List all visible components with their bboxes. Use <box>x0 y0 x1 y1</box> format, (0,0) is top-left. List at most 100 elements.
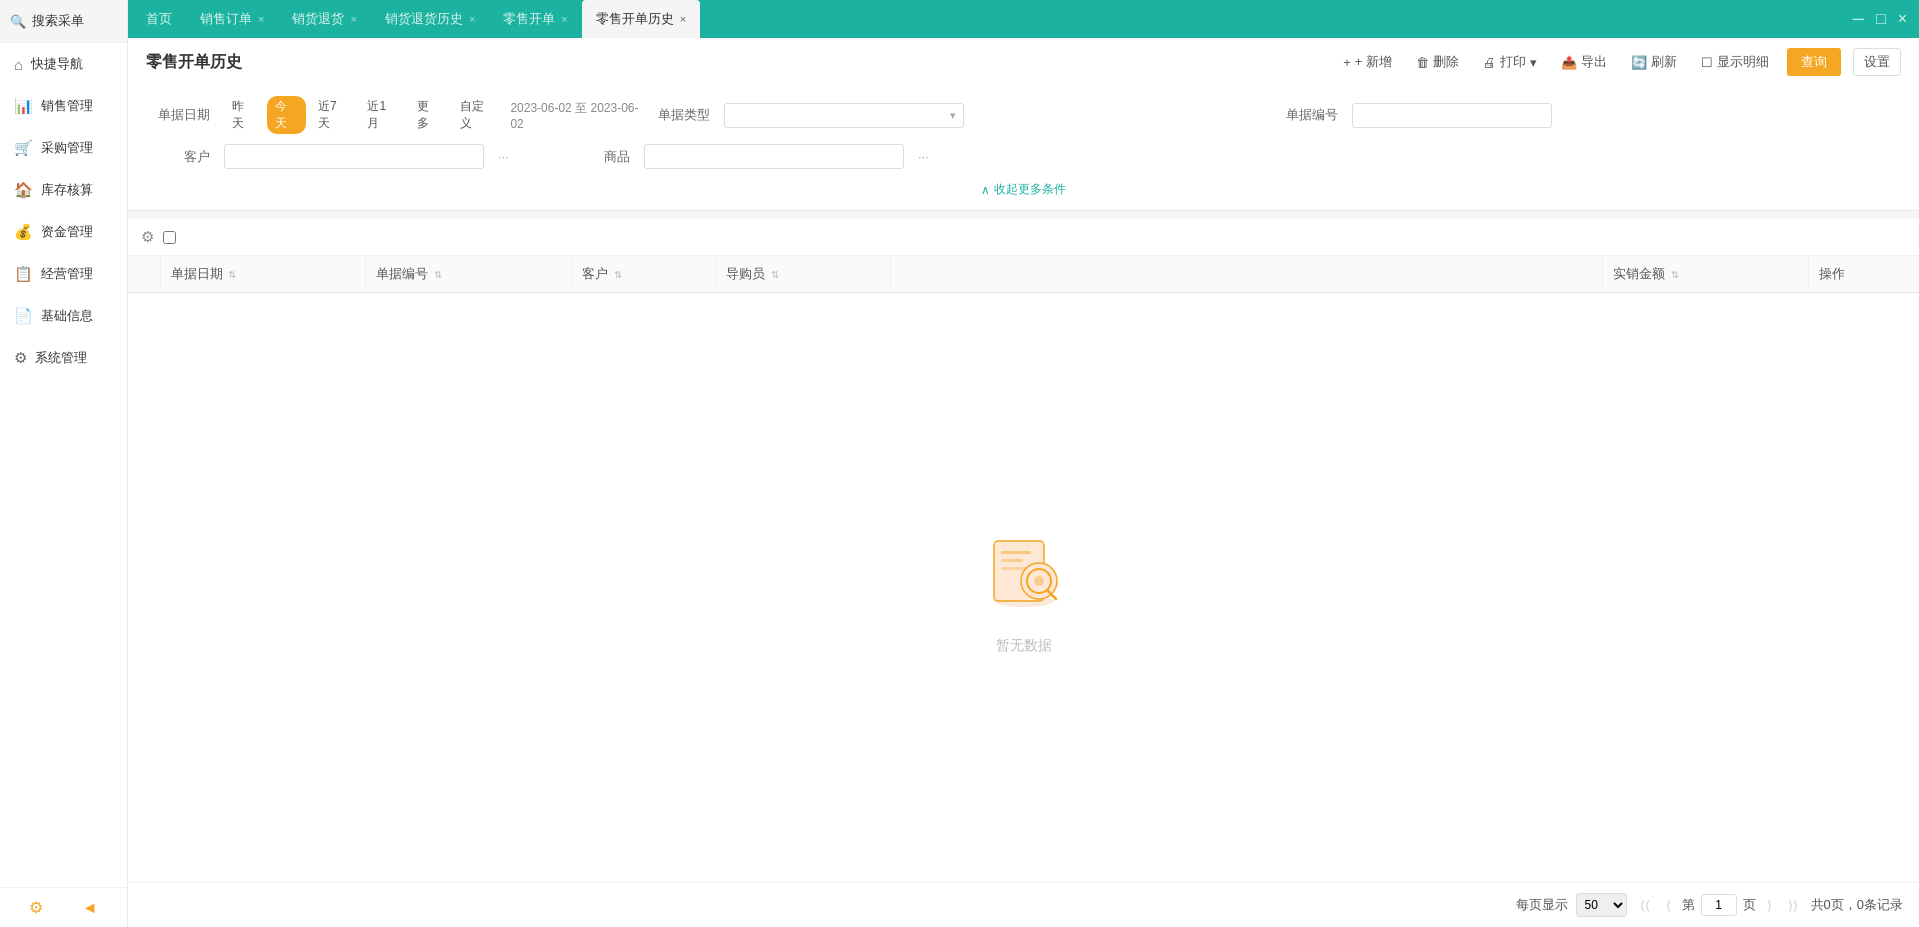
customer-section: 客户 ··· <box>146 144 566 169</box>
print-chevron-icon: ▾ <box>1530 55 1537 70</box>
finance-icon: 💰 <box>14 223 33 241</box>
sidebar-item-basic-info[interactable]: 📄 基础信息 <box>0 295 127 337</box>
settings-button[interactable]: 设置 <box>1853 48 1901 76</box>
page-nav: ⟨⟨ ⟨ 第 页 ⟩ ⟩⟩ <box>1635 894 1803 916</box>
operations-icon: 📋 <box>14 265 33 283</box>
tab-home[interactable]: 首页 <box>132 0 186 38</box>
date-filter-label: 单据日期 <box>146 106 216 124</box>
customer-dots-icon[interactable]: ··· <box>492 147 515 166</box>
prev-page-button[interactable]: ⟨ <box>1661 896 1676 915</box>
goods-dots-icon[interactable]: ··· <box>912 147 935 166</box>
tab-sales-order-close[interactable]: × <box>258 13 264 25</box>
tab-sales-return[interactable]: 销货退货 × <box>278 0 370 38</box>
th-amount[interactable]: 实销金额 ⇅ <box>1603 256 1809 293</box>
sidebar-item-purchase-mgmt[interactable]: 🛒 采购管理 <box>0 127 127 169</box>
last-page-button[interactable]: ⟩⟩ <box>1783 896 1803 915</box>
select-all-checkbox[interactable] <box>163 231 176 244</box>
refresh-icon: 🔄 <box>1631 55 1647 70</box>
print-button[interactable]: 🖨 打印 ▾ <box>1477 49 1543 75</box>
refresh-button[interactable]: 🔄 刷新 <box>1625 49 1683 75</box>
sidebar-item-label: 快捷导航 <box>31 55 83 73</box>
window-minimize-icon[interactable]: ─ <box>1853 10 1864 28</box>
tab-retail-open-close[interactable]: × <box>561 13 567 25</box>
content-area: 零售开单历史 + + 新增 🗑 删除 🖨 打印 ▾ <box>128 38 1919 927</box>
goods-input[interactable] <box>644 144 904 169</box>
collapse-row: ∧ 收起更多条件 <box>146 179 1901 206</box>
sidebar-search[interactable]: 🔍 搜索采单 <box>0 0 127 43</box>
filter-row-2: 客户 ··· 商品 ··· <box>146 144 1901 169</box>
sales-icon: 📊 <box>14 97 33 115</box>
table-area: ⚙ 单据日期 ⇅ 单据编号 ⇅ <box>128 219 1919 927</box>
sidebar-item-label: 库存核算 <box>41 181 93 199</box>
export-label: 导出 <box>1581 53 1607 71</box>
table-settings-icon[interactable]: ⚙ <box>138 225 157 249</box>
query-button[interactable]: 查询 <box>1787 48 1841 76</box>
tab-sales-order[interactable]: 销售订单 × <box>186 0 278 38</box>
page-input[interactable] <box>1701 894 1737 916</box>
sidebar-search-label: 搜索采单 <box>32 12 84 30</box>
sidebar-item-label: 系统管理 <box>35 349 87 367</box>
sidebar-item-label: 采购管理 <box>41 139 93 157</box>
customer-label: 客户 <box>146 148 216 166</box>
empty-text: 暂无数据 <box>996 637 1052 655</box>
system-icon: ⚙ <box>14 349 27 367</box>
delete-icon: 🗑 <box>1416 55 1429 70</box>
purchase-icon: 🛒 <box>14 139 33 157</box>
sidebar-item-operations[interactable]: 📋 经营管理 <box>0 253 127 295</box>
sidebar-item-system-mgmt[interactable]: ⚙ 系统管理 <box>0 337 127 379</box>
sidebar-item-quick-nav[interactable]: ⌂ 快捷导航 <box>0 43 127 85</box>
add-label: + 新增 <box>1355 53 1392 71</box>
sidebar-item-inventory[interactable]: 🏠 库存核算 <box>0 169 127 211</box>
th-salesperson[interactable]: 导购员 ⇅ <box>715 256 890 293</box>
order-no-input[interactable] <box>1352 103 1552 128</box>
tab-sales-return-history-label: 销货退货历史 <box>385 10 463 28</box>
collapse-sidebar-icon[interactable]: ◄ <box>82 899 98 917</box>
first-page-button[interactable]: ⟨⟨ <box>1635 896 1655 915</box>
delete-button[interactable]: 🗑 删除 <box>1410 49 1465 75</box>
sidebar-item-finance[interactable]: 💰 资金管理 <box>0 211 127 253</box>
next-page-button[interactable]: ⟩ <box>1762 896 1777 915</box>
date-opt-more[interactable]: 更多 <box>409 96 448 134</box>
date-opt-1month[interactable]: 近1月 <box>359 96 404 134</box>
th-spacer <box>890 256 1603 293</box>
order-type-select[interactable] <box>724 103 964 128</box>
tab-bar-controls: ─ □ × <box>1853 10 1919 28</box>
tab-sales-return-label: 销货退货 <box>292 10 344 28</box>
date-opt-7days[interactable]: 近7天 <box>310 96 355 134</box>
pagination: 每页显示 50 10 20 100 ⟨⟨ ⟨ 第 页 ⟩ ⟩⟩ 共0页，0条记录 <box>128 882 1919 927</box>
per-page-select[interactable]: 50 10 20 100 <box>1576 893 1627 917</box>
add-button[interactable]: + + 新增 <box>1337 49 1398 75</box>
settings-bottom-icon[interactable]: ⚙ <box>29 898 43 917</box>
tab-retail-open-history-close[interactable]: × <box>680 13 686 25</box>
order-type-select-wrap: ▾ <box>724 103 964 128</box>
tab-sales-return-history-close[interactable]: × <box>469 13 475 25</box>
th-customer[interactable]: 客户 ⇅ <box>571 256 715 293</box>
customer-input[interactable] <box>224 144 484 169</box>
collapse-arrow-icon: ∧ <box>981 183 990 197</box>
query-label: 查询 <box>1801 53 1827 71</box>
delete-label: 删除 <box>1433 53 1459 71</box>
print-label: 打印 <box>1500 53 1526 71</box>
window-close-icon[interactable]: × <box>1898 10 1907 28</box>
tab-sales-return-history[interactable]: 销货退货历史 × <box>371 0 489 38</box>
show-detail-button[interactable]: ☐ 显示明细 <box>1695 49 1775 75</box>
window-maximize-icon[interactable]: □ <box>1876 10 1886 28</box>
table-header: 单据日期 ⇅ 单据编号 ⇅ 客户 ⇅ 导购员 ⇅ <box>128 256 1919 293</box>
collapse-button[interactable]: ∧ 收起更多条件 <box>981 181 1066 198</box>
print-icon: 🖨 <box>1483 55 1496 70</box>
th-no[interactable]: 单据编号 ⇅ <box>366 256 572 293</box>
add-icon: + <box>1343 55 1351 70</box>
tab-retail-open-history[interactable]: 零售开单历史 × <box>582 0 700 38</box>
date-opt-custom[interactable]: 自定义 <box>452 96 503 134</box>
date-opt-yesterday[interactable]: 昨天 <box>224 96 263 134</box>
th-actions-label: 操作 <box>1819 266 1845 281</box>
sidebar-item-sales-mgmt[interactable]: 📊 销售管理 <box>0 85 127 127</box>
date-opt-today[interactable]: 今天 <box>267 96 306 134</box>
tab-retail-open[interactable]: 零售开单 × <box>489 0 581 38</box>
svg-rect-2 <box>1001 551 1031 554</box>
order-no-label: 单据编号 <box>1274 106 1344 124</box>
export-button[interactable]: 📤 导出 <box>1555 49 1613 75</box>
tab-sales-return-close[interactable]: × <box>350 13 356 25</box>
page-header: 零售开单历史 + + 新增 🗑 删除 🖨 打印 ▾ <box>128 38 1919 211</box>
th-date[interactable]: 单据日期 ⇅ <box>160 256 366 293</box>
